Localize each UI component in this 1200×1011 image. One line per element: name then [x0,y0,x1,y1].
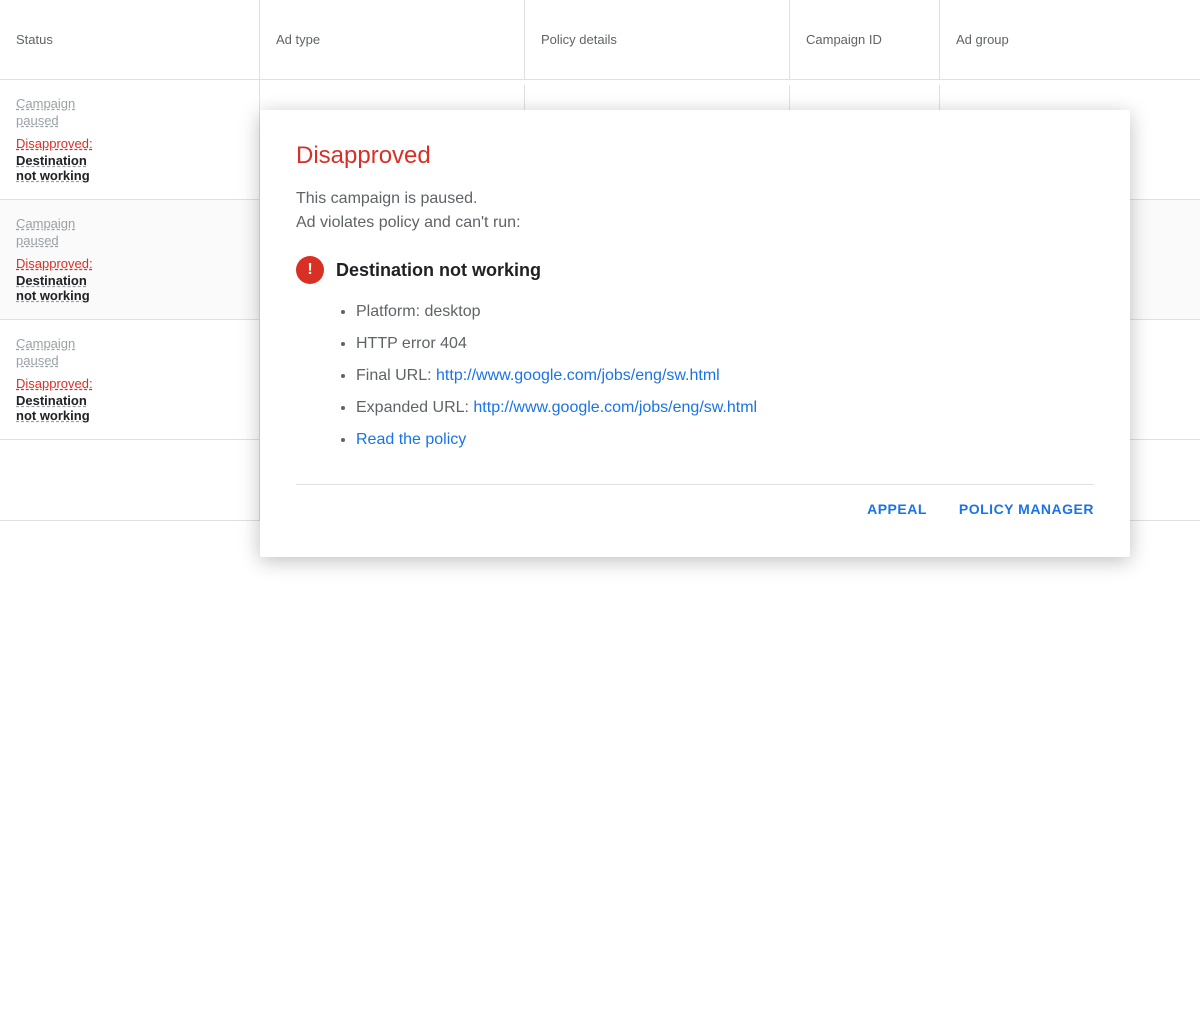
list-item: Read the policy [356,428,1094,452]
appeal-button[interactable]: APPEAL [867,493,927,525]
error-icon: ! [296,256,324,284]
bottom-status [0,440,260,520]
status-header-label: Status [16,32,53,47]
status-destination[interactable]: Destination [16,153,243,168]
row1-status: Campaign paused Disapproved: Destination… [0,80,260,199]
status-destination[interactable]: Destination [16,393,243,408]
bullet-http-error: HTTP error 404 [356,335,467,352]
status-campaign: Campaign [16,96,243,111]
popup-actions: APPEAL POLICY MANAGER [296,484,1094,525]
status-not-working[interactable]: not working [16,168,243,183]
popup-issue-title: Destination not working [336,260,541,281]
status-disapproved[interactable]: Disapproved: [16,136,243,151]
read-policy-link[interactable]: Read the policy [356,431,466,448]
column-campaign: Campaign ID [790,0,940,79]
status-not-working[interactable]: not working [16,408,243,423]
status-paused: paused [16,233,243,248]
policy-header-label: Policy details [541,32,617,47]
status-disapproved[interactable]: Disapproved: [16,256,243,271]
list-item: Expanded URL: http://www.google.com/jobs… [356,396,1094,420]
popup-title: Disapproved [296,142,1094,170]
bullet-final-url-prefix: Final URL: [356,367,436,384]
bullet-expanded-url-prefix: Expanded URL: [356,399,473,416]
list-item: Final URL: http://www.google.com/jobs/en… [356,364,1094,388]
status-campaign: Campaign [16,336,243,351]
popup-subtitle2: Ad violates policy and can't run: [296,214,1094,232]
row2-status: Campaign paused Disapproved: Destination… [0,200,260,319]
row3-status: Campaign paused Disapproved: Destination… [0,320,260,439]
list-item: HTTP error 404 [356,332,1094,356]
policy-manager-button[interactable]: POLICY MANAGER [959,493,1094,525]
final-url-link[interactable]: http://www.google.com/jobs/eng/sw.html [436,367,720,384]
adtype-header-label: Ad type [276,32,320,47]
policy-popup: Disapproved This campaign is paused. Ad … [260,110,1130,557]
column-adgroup: Ad group [940,0,1200,79]
bullet-platform: Platform: desktop [356,303,481,320]
popup-issue-header: ! Destination not working [296,256,1094,284]
status-disapproved[interactable]: Disapproved: [16,376,243,391]
column-adtype: Ad type [260,0,525,79]
list-item: Platform: desktop [356,300,1094,324]
table-container: Status Ad type Policy details Campaign I… [0,0,1200,1011]
campaign-header-label: Campaign ID [806,32,882,47]
popup-subtitle1: This campaign is paused. [296,190,1094,208]
table-header: Status Ad type Policy details Campaign I… [0,0,1200,80]
adgroup-header-label: Ad group [956,32,1009,47]
column-status: Status [0,0,260,79]
column-policy: Policy details [525,0,790,79]
status-destination[interactable]: Destination [16,273,243,288]
expanded-url-link[interactable]: http://www.google.com/jobs/eng/sw.html [473,399,757,416]
status-paused: paused [16,113,243,128]
status-campaign: Campaign [16,216,243,231]
status-not-working[interactable]: not working [16,288,243,303]
popup-list: Platform: desktop HTTP error 404 Final U… [356,300,1094,452]
status-paused: paused [16,353,243,368]
